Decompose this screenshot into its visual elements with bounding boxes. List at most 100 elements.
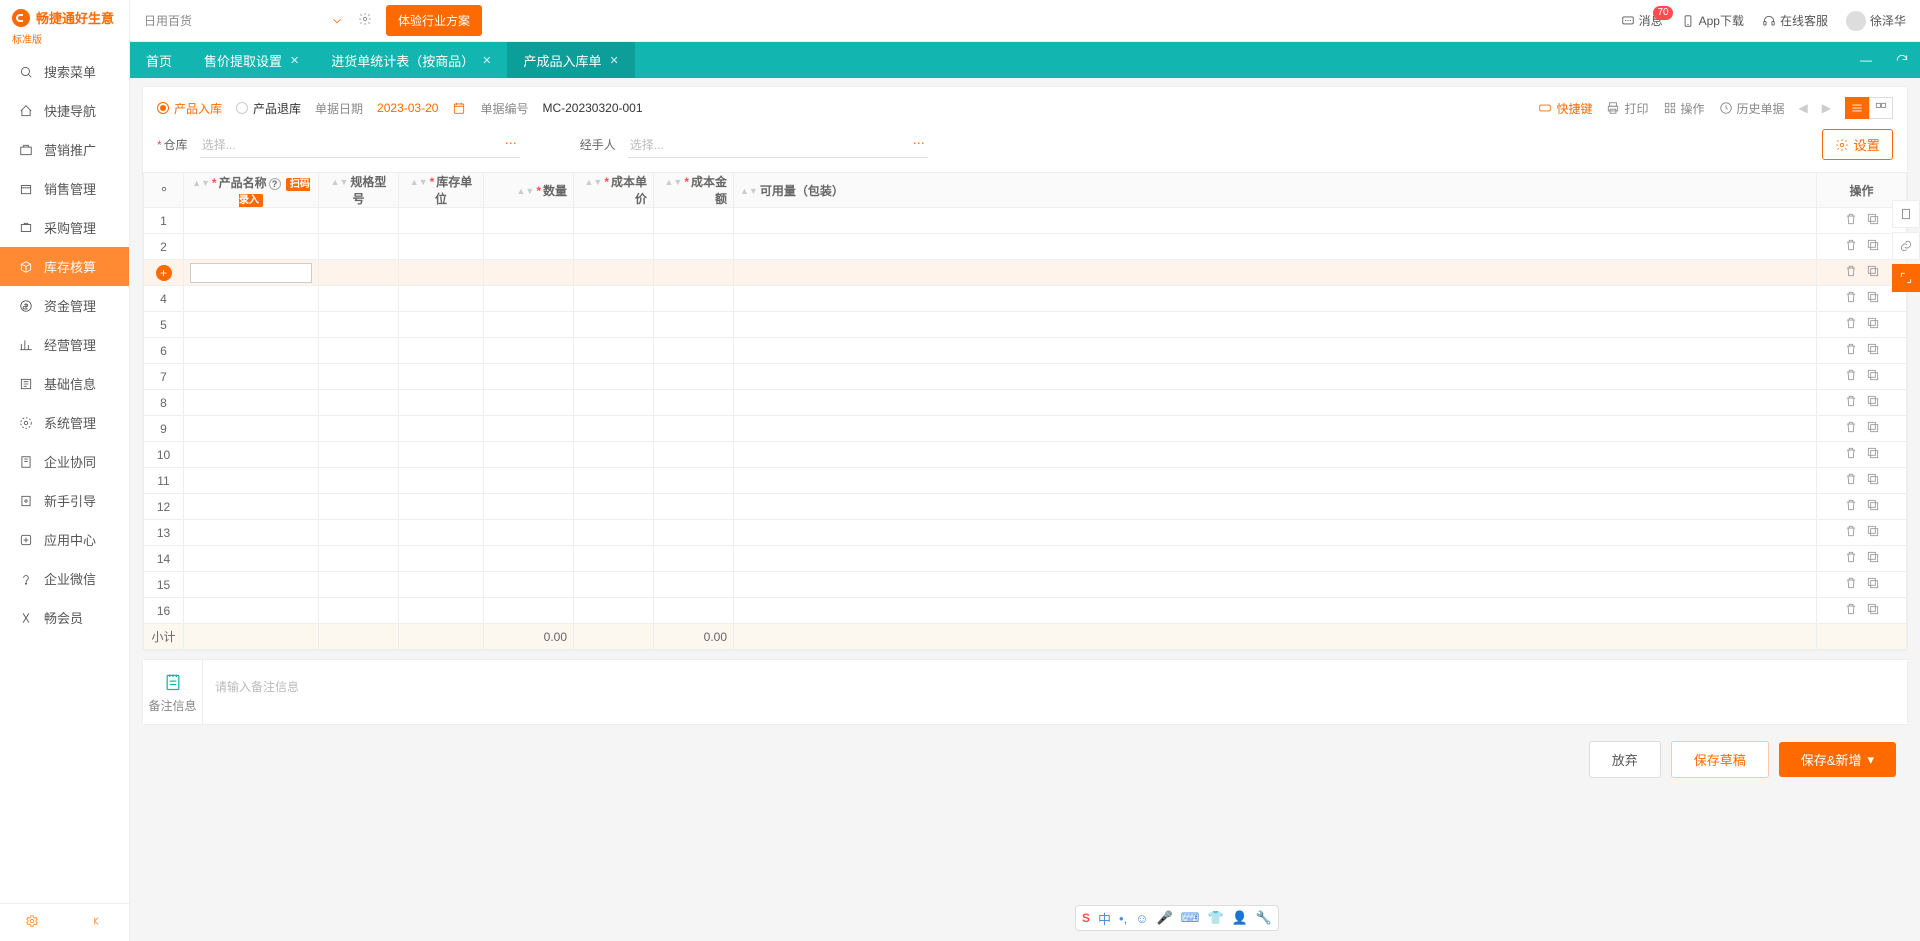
copy-icon[interactable] xyxy=(1866,241,1880,255)
col-name[interactable]: ▲▼*产品名称? 扫码录入 xyxy=(184,173,319,208)
radio-product-out[interactable]: 产品退库 xyxy=(236,100,301,117)
table-row[interactable]: 2 xyxy=(144,234,1907,260)
delete-icon[interactable] xyxy=(1844,345,1858,359)
ime-bar[interactable]: S 中 •, ☺ 🎤 ⌨ 👕 👤 🔧 xyxy=(1075,905,1279,931)
sidebar-item-11[interactable]: 新手引导 xyxy=(0,481,129,520)
copy-icon[interactable] xyxy=(1866,215,1880,229)
rail-doc-icon[interactable] xyxy=(1892,200,1920,228)
help-icon[interactable]: ? xyxy=(269,178,281,190)
sidebar-item-7[interactable]: 经营管理 xyxy=(0,325,129,364)
rail-link-icon[interactable] xyxy=(1892,232,1920,260)
table-row[interactable]: + xyxy=(144,260,1907,286)
copy-icon[interactable] xyxy=(1866,579,1880,593)
delete-icon[interactable] xyxy=(1844,501,1858,515)
delete-icon[interactable] xyxy=(1844,527,1858,541)
shortcut-link[interactable]: 快捷键 xyxy=(1538,100,1592,117)
delete-icon[interactable] xyxy=(1844,215,1858,229)
sidebar-item-12[interactable]: 应用中心 xyxy=(0,520,129,559)
delete-icon[interactable] xyxy=(1844,371,1858,385)
settings-button[interactable]: 设置 xyxy=(1822,129,1893,160)
print-link[interactable]: 打印 xyxy=(1606,100,1648,117)
view-list-icon[interactable] xyxy=(1845,97,1869,119)
copy-icon[interactable] xyxy=(1866,605,1880,619)
sidebar-item-2[interactable]: 营销推广 xyxy=(0,130,129,169)
save-draft-button[interactable]: 保存草稿 xyxy=(1671,741,1769,778)
delete-icon[interactable] xyxy=(1844,319,1858,333)
tabs-refresh-icon[interactable] xyxy=(1884,42,1920,78)
tabs-minimize-icon[interactable]: — xyxy=(1848,42,1884,78)
delete-icon[interactable] xyxy=(1844,293,1858,307)
product-name-input[interactable] xyxy=(190,263,312,283)
delete-icon[interactable] xyxy=(1844,449,1858,463)
sidebar-item-10[interactable]: 企业协同 xyxy=(0,442,129,481)
tab-1[interactable]: 售价提取设置✕ xyxy=(188,42,315,78)
delete-icon[interactable] xyxy=(1844,553,1858,567)
sidebar-item-8[interactable]: 基础信息 xyxy=(0,364,129,403)
copy-icon[interactable] xyxy=(1866,267,1880,281)
view-card-icon[interactable] xyxy=(1869,97,1893,119)
sidebar-item-6[interactable]: 资金管理 xyxy=(0,286,129,325)
online-service-link[interactable]: 在线客服 xyxy=(1762,12,1828,29)
date-value[interactable]: 2023-03-20 xyxy=(377,101,438,115)
sidebar-item-14[interactable]: 畅会员 xyxy=(0,598,129,637)
handler-input[interactable]: 选择... ⋯ xyxy=(628,132,928,158)
copy-icon[interactable] xyxy=(1866,397,1880,411)
sidebar-item-9[interactable]: 系统管理 xyxy=(0,403,129,442)
col-amount[interactable]: ▲▼*成本金额 xyxy=(654,173,734,208)
warehouse-input[interactable]: 选择... ⋯ xyxy=(200,132,520,158)
gear-icon[interactable] xyxy=(358,12,372,29)
table-row[interactable]: 16 xyxy=(144,598,1907,624)
tab-2[interactable]: 进货单统计表（按商品）✕ xyxy=(315,42,507,78)
table-row[interactable]: 8 xyxy=(144,390,1907,416)
table-row[interactable]: 12 xyxy=(144,494,1907,520)
delete-icon[interactable] xyxy=(1844,475,1858,489)
remarks-input[interactable] xyxy=(203,660,1907,724)
col-qty[interactable]: ▲▼*数量 xyxy=(484,173,574,208)
discard-button[interactable]: 放弃 xyxy=(1589,741,1661,778)
col-price[interactable]: ▲▼*成本单价 xyxy=(574,173,654,208)
col-avail[interactable]: ▲▼可用量（包装） xyxy=(734,173,1817,208)
copy-icon[interactable] xyxy=(1866,449,1880,463)
next-icon[interactable]: ▶ xyxy=(1822,101,1831,115)
table-row[interactable]: 1 xyxy=(144,208,1907,234)
sidebar-item-4[interactable]: 采购管理 xyxy=(0,208,129,247)
save-new-button[interactable]: 保存&新增 ▾ xyxy=(1779,742,1896,777)
experience-button[interactable]: 体验行业方案 xyxy=(386,5,482,36)
delete-icon[interactable] xyxy=(1844,605,1858,619)
ellipsis-icon[interactable]: ⋯ xyxy=(913,136,926,153)
ellipsis-icon[interactable]: ⋯ xyxy=(505,136,518,153)
delete-icon[interactable] xyxy=(1844,241,1858,255)
sidebar-item-5[interactable]: 库存核算 xyxy=(0,247,129,286)
copy-icon[interactable] xyxy=(1866,501,1880,515)
rail-expand-icon[interactable] xyxy=(1892,264,1920,292)
copy-icon[interactable] xyxy=(1866,319,1880,333)
close-icon[interactable]: ✕ xyxy=(482,54,491,67)
copy-icon[interactable] xyxy=(1866,371,1880,385)
delete-icon[interactable] xyxy=(1844,423,1858,437)
copy-icon[interactable] xyxy=(1866,293,1880,307)
table-scroll[interactable]: ▲▼*产品名称? 扫码录入 ▲▼规格型号 ▲▼*库存单位 ▲▼*数量 ▲▼*成本… xyxy=(143,172,1907,650)
copy-icon[interactable] xyxy=(1866,475,1880,489)
col-spec[interactable]: ▲▼规格型号 xyxy=(319,173,399,208)
add-row-icon[interactable]: + xyxy=(156,265,172,281)
calendar-icon[interactable] xyxy=(452,101,466,115)
close-icon[interactable]: ✕ xyxy=(290,54,299,67)
settings-icon[interactable] xyxy=(0,904,65,941)
history-link[interactable]: 历史单据 xyxy=(1719,100,1785,117)
table-row[interactable]: 15 xyxy=(144,572,1907,598)
table-row[interactable]: 5 xyxy=(144,312,1907,338)
col-settings[interactable] xyxy=(144,173,184,208)
table-row[interactable]: 14 xyxy=(144,546,1907,572)
user-menu[interactable]: 徐泽华 xyxy=(1846,11,1906,31)
app-download-link[interactable]: App下载 xyxy=(1681,12,1744,29)
table-row[interactable]: 6 xyxy=(144,338,1907,364)
delete-icon[interactable] xyxy=(1844,579,1858,593)
delete-icon[interactable] xyxy=(1844,267,1858,281)
sidebar-item-1[interactable]: 快捷导航 xyxy=(0,91,129,130)
radio-product-in[interactable]: 产品入库 xyxy=(157,100,222,117)
table-row[interactable]: 4 xyxy=(144,286,1907,312)
sidebar-item-3[interactable]: 销售管理 xyxy=(0,169,129,208)
tab-0[interactable]: 首页 xyxy=(130,42,188,78)
tab-3[interactable]: 产成品入库单✕ xyxy=(507,42,634,78)
copy-icon[interactable] xyxy=(1866,527,1880,541)
